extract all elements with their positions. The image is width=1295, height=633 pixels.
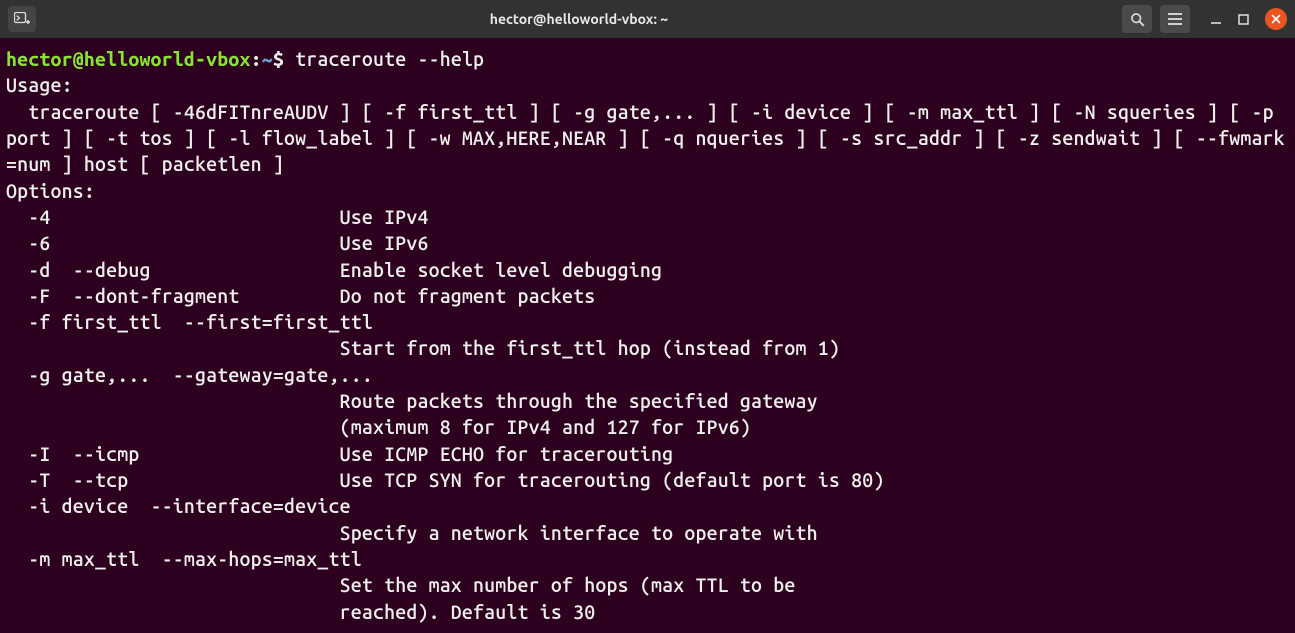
output-line: -d --debug Enable socket level debugging: [6, 259, 662, 281]
output-line: traceroute [ -46dFITnreAUDV ] [ -f first…: [6, 101, 1285, 176]
search-icon: [1130, 12, 1145, 27]
output-line: Start from the first_ttl hop (instead fr…: [6, 337, 840, 359]
output-line: -g gate,... --gateway=gate,...: [6, 364, 373, 386]
terminal-output-area[interactable]: hector@helloworld-vbox:~$ traceroute --h…: [0, 38, 1295, 633]
output-line: -F --dont-fragment Do not fragment packe…: [6, 285, 595, 307]
close-icon: [1271, 14, 1281, 24]
prompt-user-host: hector@helloworld-vbox: [6, 48, 251, 70]
prompt-path: ~: [262, 48, 273, 70]
output-line: Set the max number of hops (max TTL to b…: [6, 574, 796, 596]
maximize-icon: [1238, 14, 1249, 25]
output-line: -m max_ttl --max-hops=max_ttl: [6, 548, 362, 570]
command-input: traceroute --help: [295, 48, 484, 70]
window-title: hector@helloworld-vbox: ~: [36, 11, 1122, 27]
output-line: -I --icmp Use ICMP ECHO for tracerouting: [6, 443, 673, 465]
minimize-button[interactable]: [1210, 13, 1222, 25]
close-button[interactable]: [1265, 8, 1287, 30]
prompt-colon: :: [251, 48, 262, 70]
output-line: -4 Use IPv4: [6, 206, 429, 228]
window-titlebar: hector@helloworld-vbox: ~: [0, 0, 1295, 38]
search-button[interactable]: [1122, 5, 1152, 33]
terminal-plus-icon: [14, 12, 30, 26]
output-line: -6 Use IPv6: [6, 232, 429, 254]
minimize-icon: [1210, 13, 1222, 25]
output-line: -i device --interface=device: [6, 495, 351, 517]
output-line: Route packets through the specified gate…: [6, 390, 818, 412]
output-line: (maximum 8 for IPv4 and 127 for IPv6): [6, 416, 751, 438]
maximize-button[interactable]: [1238, 14, 1249, 25]
menu-button[interactable]: [1160, 5, 1190, 33]
new-tab-button[interactable]: [8, 6, 36, 32]
hamburger-icon: [1168, 13, 1182, 25]
prompt-symbol: $: [273, 48, 295, 70]
output-line: -f first_ttl --first=first_ttl: [6, 311, 373, 333]
output-line: reached). Default is 30: [6, 601, 595, 623]
output-line: Specify a network interface to operate w…: [6, 522, 818, 544]
output-line: Options:: [6, 180, 95, 202]
output-line: -T --tcp Use TCP SYN for tracerouting (d…: [6, 469, 885, 491]
output-line: Usage:: [6, 74, 73, 96]
